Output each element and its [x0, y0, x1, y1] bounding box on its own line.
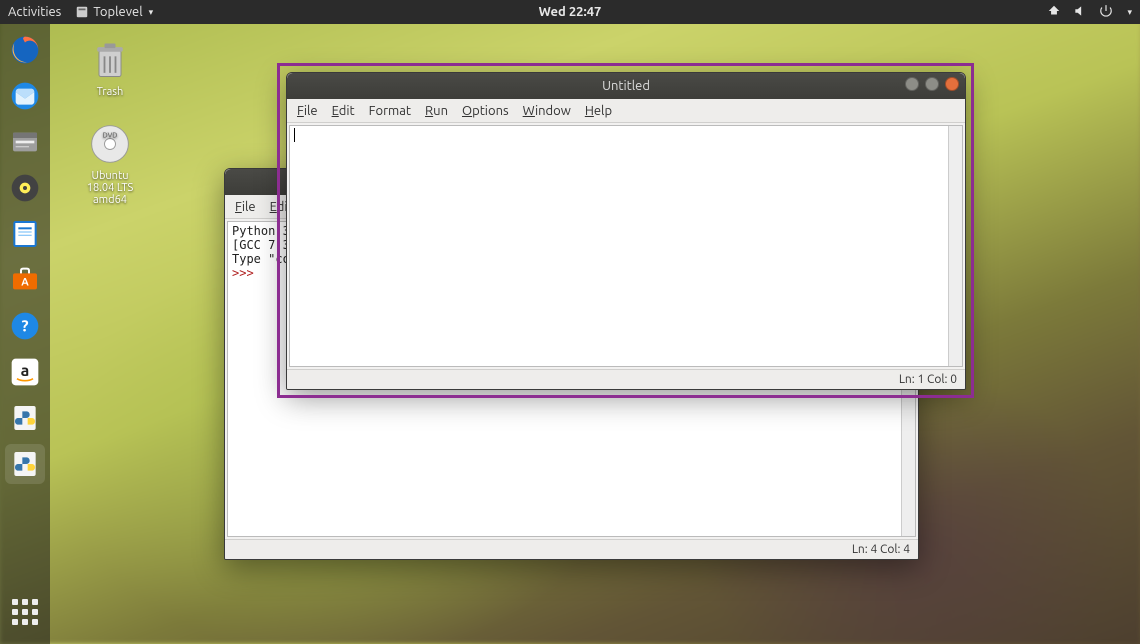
desktop-disc[interactable]: DVD Ubuntu 18.04 LTS amd64 [70, 120, 150, 206]
launcher-help[interactable]: ? [5, 306, 45, 346]
menu-format[interactable]: Format [369, 104, 411, 118]
launcher-firefox[interactable] [5, 30, 45, 70]
desktop-disc-label-3: amd64 [70, 194, 150, 206]
shell-status-text: Ln: 4 Col: 4 [852, 543, 910, 556]
close-button[interactable] [945, 77, 959, 91]
app-icon [75, 5, 89, 19]
menu-run[interactable]: Run [425, 104, 448, 118]
minimize-button[interactable] [905, 77, 919, 91]
desktop-disc-label-1: Ubuntu [70, 170, 150, 182]
activities-button[interactable]: Activities [8, 5, 61, 19]
launcher-files[interactable] [5, 122, 45, 162]
launcher-dock: A ? a [0, 24, 50, 644]
show-applications-button[interactable] [5, 592, 45, 632]
chevron-down-icon: ▾ [149, 7, 154, 18]
desktop-trash[interactable]: Trash [70, 36, 150, 98]
maximize-button[interactable] [925, 77, 939, 91]
launcher-amazon[interactable]: a [5, 352, 45, 392]
menu-window[interactable]: Window [523, 104, 571, 118]
menu-file[interactable]: File [235, 200, 256, 214]
network-icon[interactable] [1047, 4, 1061, 21]
editor-title: Untitled [602, 79, 650, 93]
launcher-rhythmbox[interactable] [5, 168, 45, 208]
menu-options[interactable]: Options [462, 104, 509, 118]
svg-text:DVD: DVD [103, 132, 118, 140]
editor-window[interactable]: Untitled File Edit Format Run Options Wi… [286, 72, 966, 390]
shell-prompt: >>> [232, 266, 254, 280]
desktop-trash-label: Trash [70, 86, 150, 98]
chevron-down-icon: ▾ [1127, 7, 1132, 18]
volume-icon[interactable] [1073, 4, 1087, 21]
shell-statusbar: Ln: 4 Col: 4 [225, 539, 918, 559]
launcher-software[interactable]: A [5, 260, 45, 300]
editor-statusbar: Ln: 1 Col: 0 [287, 369, 965, 389]
editor-menubar: File Edit Format Run Options Window Help [287, 99, 965, 123]
menu-help[interactable]: Help [585, 104, 612, 118]
launcher-idle-1[interactable] [5, 398, 45, 438]
text-cursor [294, 128, 295, 142]
editor-titlebar[interactable]: Untitled [287, 73, 965, 99]
editor-textarea[interactable] [289, 125, 963, 367]
clock[interactable]: Wed 22:47 [539, 5, 602, 19]
app-menu-label: Toplevel [93, 5, 142, 19]
app-menu[interactable]: Toplevel ▾ [75, 5, 153, 19]
svg-text:?: ? [21, 317, 28, 335]
svg-text:A: A [21, 276, 29, 288]
scrollbar[interactable] [948, 126, 962, 366]
launcher-writer[interactable] [5, 214, 45, 254]
launcher-thunderbird[interactable] [5, 76, 45, 116]
power-icon[interactable] [1099, 4, 1113, 21]
svg-text:a: a [21, 362, 30, 380]
desktop-disc-label-2: 18.04 LTS [70, 182, 150, 194]
top-panel: Activities Toplevel ▾ Wed 22:47 ▾ [0, 0, 1140, 24]
launcher-idle-2[interactable] [5, 444, 45, 484]
menu-file[interactable]: File [297, 104, 318, 118]
editor-status-text: Ln: 1 Col: 0 [899, 373, 957, 386]
menu-edit[interactable]: Edit [332, 104, 355, 118]
